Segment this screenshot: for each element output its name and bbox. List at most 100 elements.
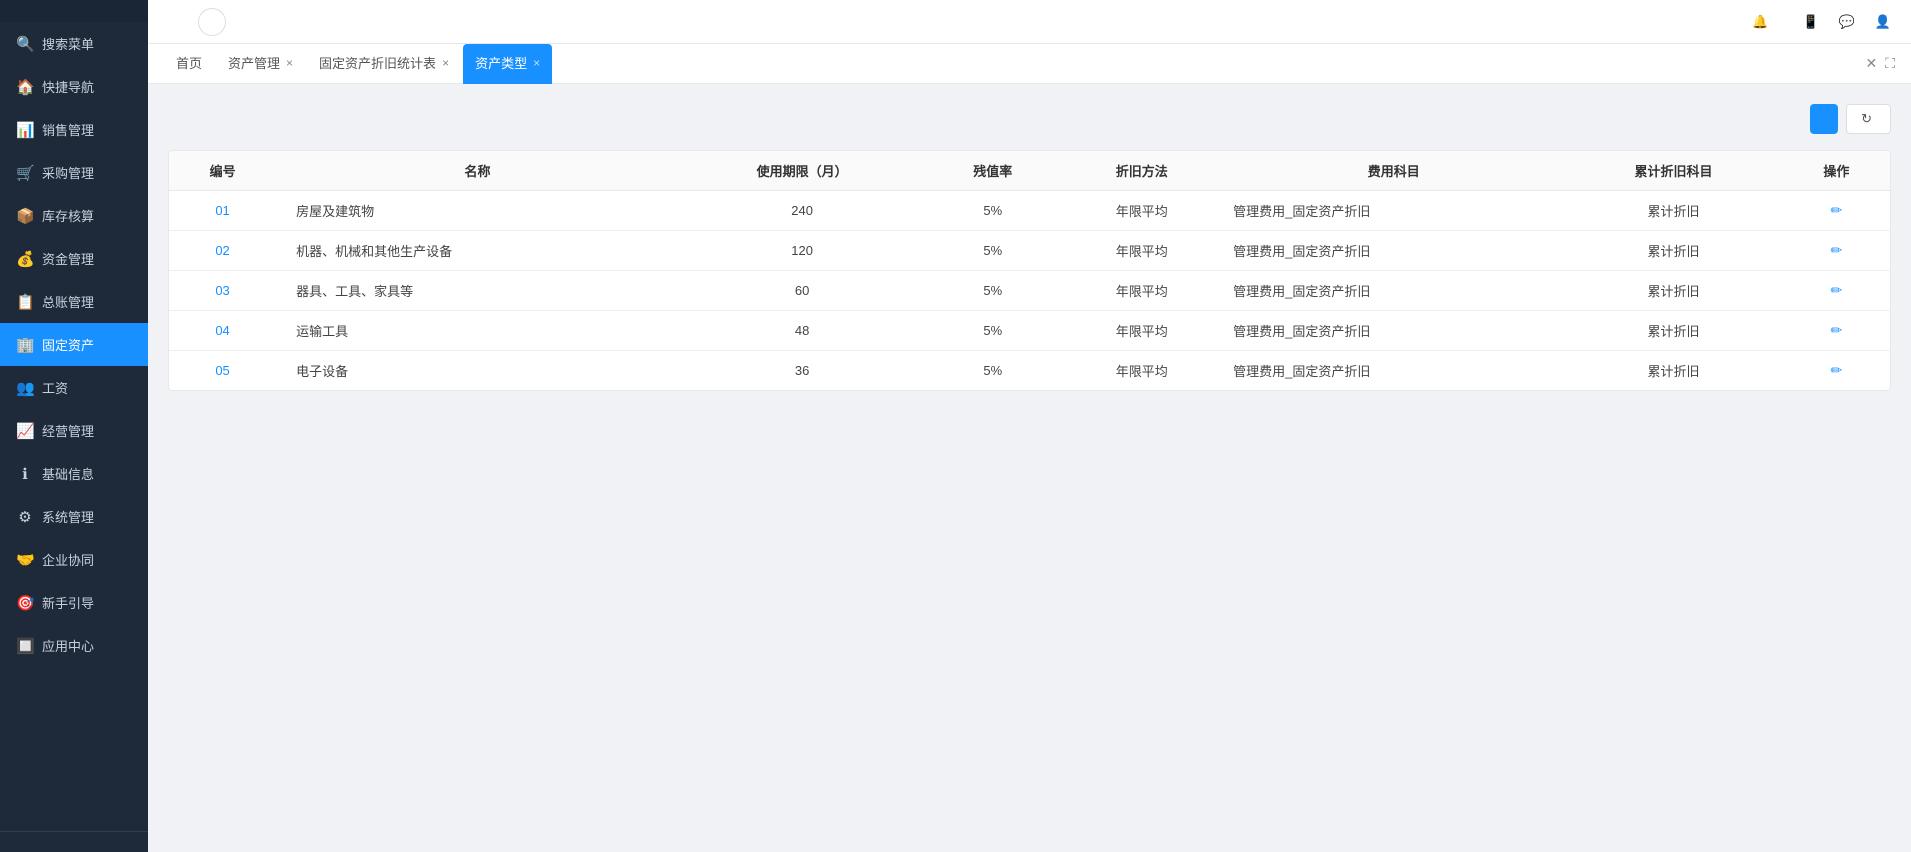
refresh-icon: ↻ — [1861, 111, 1872, 127]
col-header: 折旧方法 — [1060, 151, 1223, 191]
sidebar-item-quicknav[interactable]: 🏠快捷导航 — [0, 65, 148, 108]
tab-depreciation-stats[interactable]: 固定资产折旧统计表× — [307, 44, 461, 84]
row-code: 02 — [169, 231, 276, 271]
service-icon: 💬 — [1839, 14, 1855, 30]
row-subject: 管理费用_固定资产折旧 — [1223, 191, 1564, 231]
sidebar-item-ledger[interactable]: 📋 总账管理 — [0, 280, 148, 323]
settings-button[interactable] — [198, 8, 226, 36]
main-area: 🔔 📱 💬 👤 首页资产管理×固定资产折旧统计表×资产类型× ✕ ⛶ — [148, 0, 1911, 852]
tab-label-home: 首页 — [176, 53, 202, 72]
table-body: 01 房屋及建筑物 240 5% 年限平均 管理费用_固定资产折旧 累计折旧 ✏… — [169, 191, 1890, 391]
sidebar-item-sales[interactable]: 📊 销售管理 — [0, 108, 148, 151]
sidebar-item-inventory[interactable]: 📦库存核算 — [0, 194, 148, 237]
tab-label-asset-mgmt: 资产管理 — [228, 53, 280, 72]
tab-close-depreciation-stats[interactable]: × — [442, 56, 449, 70]
row-residual: 5% — [925, 231, 1060, 271]
col-header: 名称 — [276, 151, 679, 191]
system-icon: ⚙ — [16, 508, 34, 526]
avatar-icon: 👤 — [1875, 14, 1891, 30]
sidebar-item-label: 采购管理 — [42, 163, 94, 182]
table-row: 04 运输工具 48 5% 年限平均 管理费用_固定资产折旧 累计折旧 ✏ — [169, 311, 1890, 351]
row-residual: 5% — [925, 271, 1060, 311]
row-method: 年限平均 — [1060, 351, 1223, 391]
col-header: 编号 — [169, 151, 276, 191]
row-accum: 累计折旧 — [1564, 271, 1783, 311]
experience-button[interactable] — [238, 18, 259, 26]
table-header-row: 编号名称使用期限（月）残值率折旧方法费用科目累计折旧科目操作 — [169, 151, 1890, 191]
table-row: 01 房屋及建筑物 240 5% 年限平均 管理费用_固定资产折旧 累计折旧 ✏ — [169, 191, 1890, 231]
sidebar-item-label: 应用中心 — [42, 636, 94, 655]
sidebar-item-fixed-assets[interactable]: 🏢固定资产 — [0, 323, 148, 366]
service-button[interactable]: 💬 — [1839, 14, 1859, 30]
row-code: 04 — [169, 311, 276, 351]
edit-button[interactable]: ✏ — [1783, 191, 1890, 231]
edit-button[interactable]: ✏ — [1783, 311, 1890, 351]
row-subject: 管理费用_固定资产折旧 — [1223, 351, 1564, 391]
sales-icon: 📊 — [16, 121, 34, 139]
table-row: 05 电子设备 36 5% 年限平均 管理费用_固定资产折旧 累计折旧 ✏ — [169, 351, 1890, 391]
sidebar: 🔍 搜索菜单 🏠快捷导航 📊 销售管理 🛒 采购管理 📦库存核算💰资金管理 📋 总账管理 🏢固定资产… — [0, 0, 148, 852]
ledger-icon: 📋 — [16, 293, 34, 311]
enterprise-icon: 🤝 — [16, 551, 34, 569]
content-area: ↻ 编号名称使用期限（月）残值率折旧方法费用科目累计折旧科目操作 01 房屋及建… — [148, 84, 1911, 852]
tabs-right: ✕ ⛶ — [1865, 55, 1895, 72]
tab-home[interactable]: 首页 — [164, 44, 214, 84]
edit-button[interactable]: ✏ — [1783, 271, 1890, 311]
close-window-icon[interactable]: ✕ — [1865, 55, 1877, 72]
tab-close-asset-mgmt[interactable]: × — [286, 56, 293, 70]
quicknav-icon: 🏠 — [16, 78, 34, 96]
sidebar-item-enterprise[interactable]: 🤝 企业协同 — [0, 538, 148, 581]
company-selector[interactable] — [164, 18, 186, 26]
row-residual: 5% — [925, 191, 1060, 231]
row-subject: 管理费用_固定资产折旧 — [1223, 231, 1564, 271]
expand-window-icon[interactable]: ⛶ — [1885, 55, 1895, 72]
basic-info-icon: ℹ — [16, 465, 34, 483]
sidebar-item-payroll[interactable]: 👥 工资 — [0, 366, 148, 409]
app-download-button[interactable]: 📱 — [1802, 14, 1822, 30]
sidebar-footer — [0, 831, 148, 852]
row-period: 48 — [679, 311, 925, 351]
tab-asset-type[interactable]: 资产类型× — [463, 44, 552, 84]
message-button[interactable]: 🔔 — [1752, 14, 1786, 30]
inventory-icon: 📦 — [16, 207, 34, 225]
row-name: 机器、机械和其他生产设备 — [276, 231, 679, 271]
user-button[interactable]: 👤 — [1875, 14, 1895, 30]
sidebar-item-search[interactable]: 🔍 搜索菜单 — [0, 22, 148, 65]
tab-asset-mgmt[interactable]: 资产管理 × — [216, 44, 305, 84]
refresh-button[interactable]: ↻ — [1846, 104, 1891, 134]
sidebar-item-operations[interactable]: 📈经营管理 — [0, 409, 148, 452]
row-code: 01 — [169, 191, 276, 231]
sidebar-item-label: 工资 — [42, 378, 68, 397]
row-residual: 5% — [925, 351, 1060, 391]
row-method: 年限平均 — [1060, 231, 1223, 271]
edit-button[interactable]: ✏ — [1783, 231, 1890, 271]
app-center-icon: 🔲 — [16, 637, 34, 655]
finance-icon: 💰 — [16, 250, 34, 268]
row-accum: 累计折旧 — [1564, 351, 1783, 391]
data-table-wrap: 编号名称使用期限（月）残值率折旧方法费用科目累计折旧科目操作 01 房屋及建筑物… — [168, 150, 1891, 391]
sidebar-item-purchase[interactable]: 🛒 采购管理 — [0, 151, 148, 194]
edit-button[interactable]: ✏ — [1783, 351, 1890, 391]
sidebar-item-finance[interactable]: 💰资金管理 — [0, 237, 148, 280]
sidebar-item-app-center[interactable]: 🔲 应用中心 — [0, 624, 148, 667]
sidebar-item-label: 总账管理 — [42, 292, 94, 311]
search-icon: 🔍 — [16, 35, 34, 53]
purchase-icon: 🛒 — [16, 164, 34, 182]
row-residual: 5% — [925, 311, 1060, 351]
new-button[interactable] — [1810, 104, 1838, 134]
payroll-icon: 👥 — [16, 379, 34, 397]
sidebar-item-system[interactable]: ⚙系统管理 — [0, 495, 148, 538]
sidebar-item-label: 销售管理 — [42, 120, 94, 139]
col-header: 累计折旧科目 — [1564, 151, 1783, 191]
sidebar-item-label: 搜索菜单 — [42, 34, 94, 53]
row-name: 电子设备 — [276, 351, 679, 391]
row-accum: 累计折旧 — [1564, 231, 1783, 271]
sidebar-logo — [0, 0, 148, 22]
row-period: 120 — [679, 231, 925, 271]
col-header: 使用期限（月） — [679, 151, 925, 191]
app-download-icon: 📱 — [1802, 14, 1818, 30]
sidebar-item-basic-info[interactable]: ℹ基础信息 — [0, 452, 148, 495]
sidebar-item-guide[interactable]: 🎯新手引导 — [0, 581, 148, 624]
tab-close-asset-type[interactable]: × — [533, 56, 540, 70]
sidebar-item-label: 企业协同 — [42, 550, 94, 569]
